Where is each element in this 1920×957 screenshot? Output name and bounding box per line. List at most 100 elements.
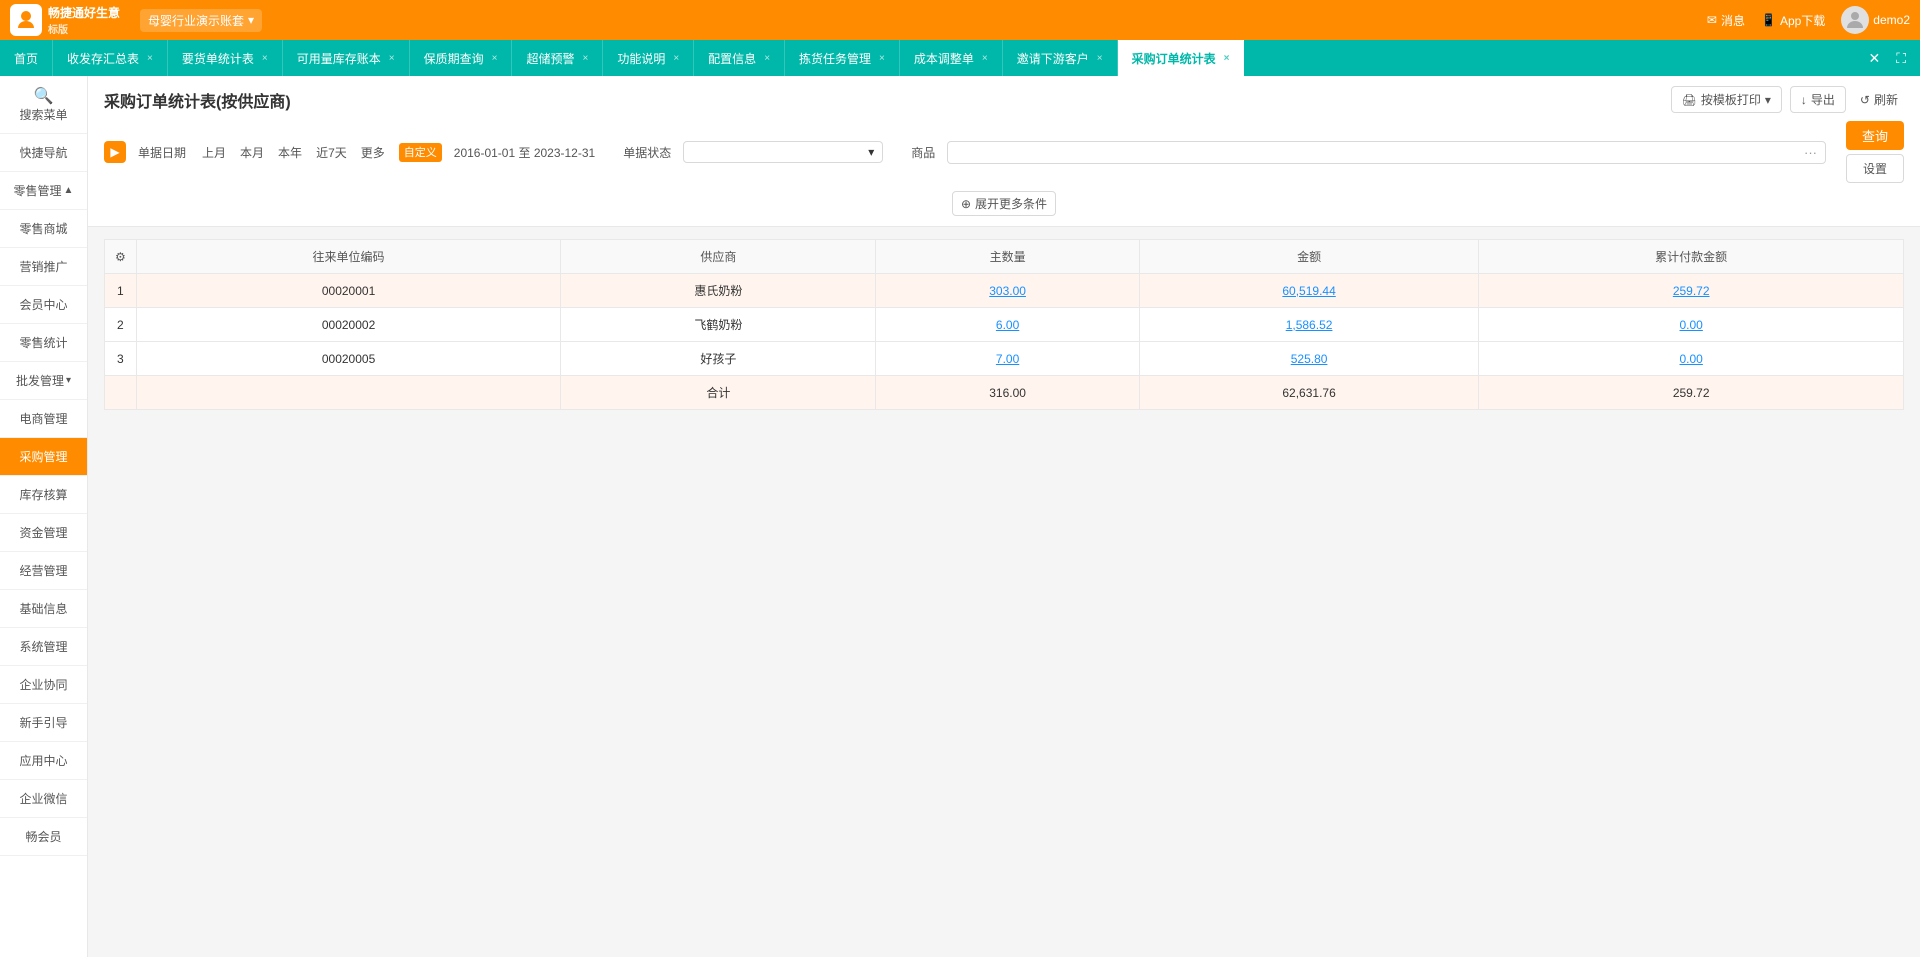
sidebar-item-finance[interactable]: 资金管理 bbox=[0, 514, 87, 552]
sidebar-inventory-label: 库存核算 bbox=[19, 488, 67, 502]
sidebar-item-basic[interactable]: 基础信息 bbox=[0, 590, 87, 628]
row2-qty-link[interactable]: 6.00 bbox=[996, 318, 1019, 332]
row2-paid-link[interactable]: 0.00 bbox=[1680, 318, 1703, 332]
close-tab-yaoqingxiayou-icon[interactable]: × bbox=[1097, 53, 1103, 64]
sidebar-purchase-label: 采购管理 bbox=[19, 450, 67, 464]
col-supplier-header: 供应商 bbox=[561, 240, 876, 274]
tab-paihuorenwu[interactable]: 拣货任务管理 × bbox=[785, 40, 900, 76]
refresh-label: 刷新 bbox=[1874, 91, 1898, 108]
goods-more-icon: ··· bbox=[1804, 145, 1817, 160]
table-header-row: ⚙ 往来单位编码 供应商 主数量 金额 累计付款金额 bbox=[105, 240, 1904, 274]
row2-amount-link[interactable]: 1,586.52 bbox=[1286, 318, 1333, 332]
row1-amount-link[interactable]: 60,519.44 bbox=[1282, 284, 1335, 298]
close-tab-paihuorenwu-icon[interactable]: × bbox=[879, 53, 885, 64]
goods-input[interactable]: ··· bbox=[947, 141, 1826, 164]
user-area[interactable]: demo2 bbox=[1841, 6, 1910, 34]
close-tab-shoufakuihui-icon[interactable]: × bbox=[147, 53, 153, 64]
shortcut-7days[interactable]: 近7天 bbox=[312, 143, 351, 162]
sidebar-item-member2[interactable]: 畅会员 bbox=[0, 818, 87, 856]
filter-bar: ▶ 单据日期 上月 本月 本年 近7天 更多 自定义 2016-01-01 至 … bbox=[104, 121, 1904, 226]
query-button[interactable]: 查询 bbox=[1846, 121, 1904, 150]
tab-caigoudingtj[interactable]: 采购订单统计表 × bbox=[1118, 40, 1245, 76]
sidebar-item-quicknav[interactable]: 快捷导航 bbox=[0, 134, 87, 172]
status-select[interactable]: ▾ bbox=[683, 141, 883, 163]
workspace-selector[interactable]: 母婴行业演示账套 ▾ bbox=[140, 9, 262, 32]
row3-no: 3 bbox=[105, 342, 137, 376]
row2-supplier: 飞鹤奶粉 bbox=[561, 308, 876, 342]
sidebar-item-corpwx[interactable]: 企业微信 bbox=[0, 780, 87, 818]
close-all-tabs-icon[interactable]: ✕ bbox=[1862, 48, 1886, 69]
sidebar-retailstat-label: 零售统计 bbox=[19, 336, 67, 350]
shortcut-last-month[interactable]: 上月 bbox=[198, 143, 230, 162]
shortcut-this-year[interactable]: 本年 bbox=[274, 143, 306, 162]
fullscreen-icon[interactable]: ⛶ bbox=[1890, 48, 1912, 69]
col-amount-header: 金额 bbox=[1139, 240, 1479, 274]
gear-icon[interactable]: ⚙ bbox=[115, 250, 126, 264]
row3-amount: 525.80 bbox=[1139, 342, 1479, 376]
close-tab-chaochuyujing-icon[interactable]: × bbox=[582, 53, 588, 64]
shortcut-more[interactable]: 更多 bbox=[357, 143, 389, 162]
tab-keyongliang[interactable]: 可用量库存账本 × bbox=[283, 40, 410, 76]
sidebar-item-enterprise[interactable]: 企业协同 bbox=[0, 666, 87, 704]
row3-amount-link[interactable]: 525.80 bbox=[1291, 352, 1328, 366]
sidebar-item-system[interactable]: 系统管理 bbox=[0, 628, 87, 666]
settings-button[interactable]: 设置 bbox=[1846, 154, 1904, 183]
sidebar-item-appcenter[interactable]: 应用中心 bbox=[0, 742, 87, 780]
filter-toggle-icon: ▶ bbox=[110, 145, 119, 159]
sidebar-item-ecommerce[interactable]: 电商管理 bbox=[0, 400, 87, 438]
print-button[interactable]: 🖨 按模板打印 ▾ bbox=[1671, 86, 1782, 113]
sidebar-item-operations[interactable]: 经营管理 bbox=[0, 552, 87, 590]
tab-peizhixinxi[interactable]: 配置信息 × bbox=[694, 40, 785, 76]
tab-shoufakuihui[interactable]: 收发存汇总表 × bbox=[53, 40, 168, 76]
filter-toggle-btn[interactable]: ▶ bbox=[104, 141, 126, 163]
row3-paid-link[interactable]: 0.00 bbox=[1680, 352, 1703, 366]
sidebar-item-inventory[interactable]: 库存核算 bbox=[0, 476, 87, 514]
tab-chengbentiaoz[interactable]: 成本调整单 × bbox=[900, 40, 1003, 76]
close-tab-chengbentiaoz-icon[interactable]: × bbox=[982, 53, 988, 64]
tab-gongnengshuo[interactable]: 功能说明 × bbox=[603, 40, 694, 76]
row2-amount: 1,586.52 bbox=[1139, 308, 1479, 342]
close-tab-caigoudingtj-icon[interactable]: × bbox=[1224, 53, 1230, 64]
tab-home[interactable]: 首页 bbox=[0, 40, 53, 76]
row1-paid: 259.72 bbox=[1479, 274, 1904, 308]
sidebar-item-newguide[interactable]: 新手引导 bbox=[0, 704, 87, 742]
logo-area: 畅捷通好生意 标版 bbox=[10, 4, 120, 36]
table-area: ⚙ 往来单位编码 供应商 主数量 金额 累计付款金额 1 00020001 惠氏… bbox=[88, 227, 1920, 957]
tab-yaoqingxiayou[interactable]: 邀请下游客户 × bbox=[1003, 40, 1118, 76]
message-btn[interactable]: ✉ 消息 bbox=[1707, 12, 1745, 29]
tab-chaochuyujing[interactable]: 超储预警 × bbox=[512, 40, 603, 76]
sidebar-item-wholesale[interactable]: 批发管理 ▾ bbox=[0, 362, 87, 400]
app-download-btn[interactable]: 📱 App下载 bbox=[1761, 12, 1825, 29]
sidebar-item-retail[interactable]: 零售管理 ▲ bbox=[0, 172, 87, 210]
row1-qty-link[interactable]: 303.00 bbox=[989, 284, 1026, 298]
shortcut-this-month[interactable]: 本月 bbox=[236, 143, 268, 162]
close-tab-baozhoqixun-icon[interactable]: × bbox=[492, 53, 498, 64]
sidebar-corpwx-label: 企业微信 bbox=[19, 792, 67, 806]
sidebar-item-retailstat[interactable]: 零售统计 bbox=[0, 324, 87, 362]
expand-more-btn[interactable]: ⊕ 展开更多条件 bbox=[952, 191, 1056, 216]
sidebar-item-marketing[interactable]: 营销推广 bbox=[0, 248, 87, 286]
sidebar-enterprise-label: 企业协同 bbox=[19, 678, 67, 692]
export-button[interactable]: ↓ 导出 bbox=[1790, 86, 1846, 113]
sidebar-item-member[interactable]: 会员中心 bbox=[0, 286, 87, 324]
row3-qty-link[interactable]: 7.00 bbox=[996, 352, 1019, 366]
row1-paid-link[interactable]: 259.72 bbox=[1673, 284, 1710, 298]
refresh-button[interactable]: ↺ 刷新 bbox=[1854, 87, 1904, 112]
close-tab-peizhixinxi-icon[interactable]: × bbox=[764, 53, 770, 64]
close-tab-yaohuodangtj-icon[interactable]: × bbox=[262, 53, 268, 64]
close-tab-keyongliang-icon[interactable]: × bbox=[389, 53, 395, 64]
row2-no: 2 bbox=[105, 308, 137, 342]
tab-chengbentiaoz-label: 成本调整单 bbox=[914, 50, 974, 67]
header-actions: 🖨 按模板打印 ▾ ↓ 导出 ↺ 刷新 bbox=[1671, 86, 1904, 113]
tab-yaohuodangtj[interactable]: 要货单统计表 × bbox=[168, 40, 283, 76]
sidebar-member-label: 会员中心 bbox=[19, 298, 67, 312]
tab-shoufakuihui-label: 收发存汇总表 bbox=[67, 50, 139, 67]
sidebar-retailshop-label: 零售商城 bbox=[19, 222, 67, 236]
sidebar-item-retailshop[interactable]: 零售商城 bbox=[0, 210, 87, 248]
status-label: 单据状态 bbox=[623, 144, 671, 161]
close-tab-gongnengshuo-icon[interactable]: × bbox=[673, 53, 679, 64]
sidebar-item-purchase[interactable]: 采购管理 bbox=[0, 438, 87, 476]
tab-baozhoqixun[interactable]: 保质期查询 × bbox=[410, 40, 513, 76]
sidebar-item-search[interactable]: 🔍 搜索菜单 bbox=[0, 76, 87, 134]
filter-row-1: ▶ 单据日期 上月 本月 本年 近7天 更多 自定义 2016-01-01 至 … bbox=[104, 121, 1904, 183]
